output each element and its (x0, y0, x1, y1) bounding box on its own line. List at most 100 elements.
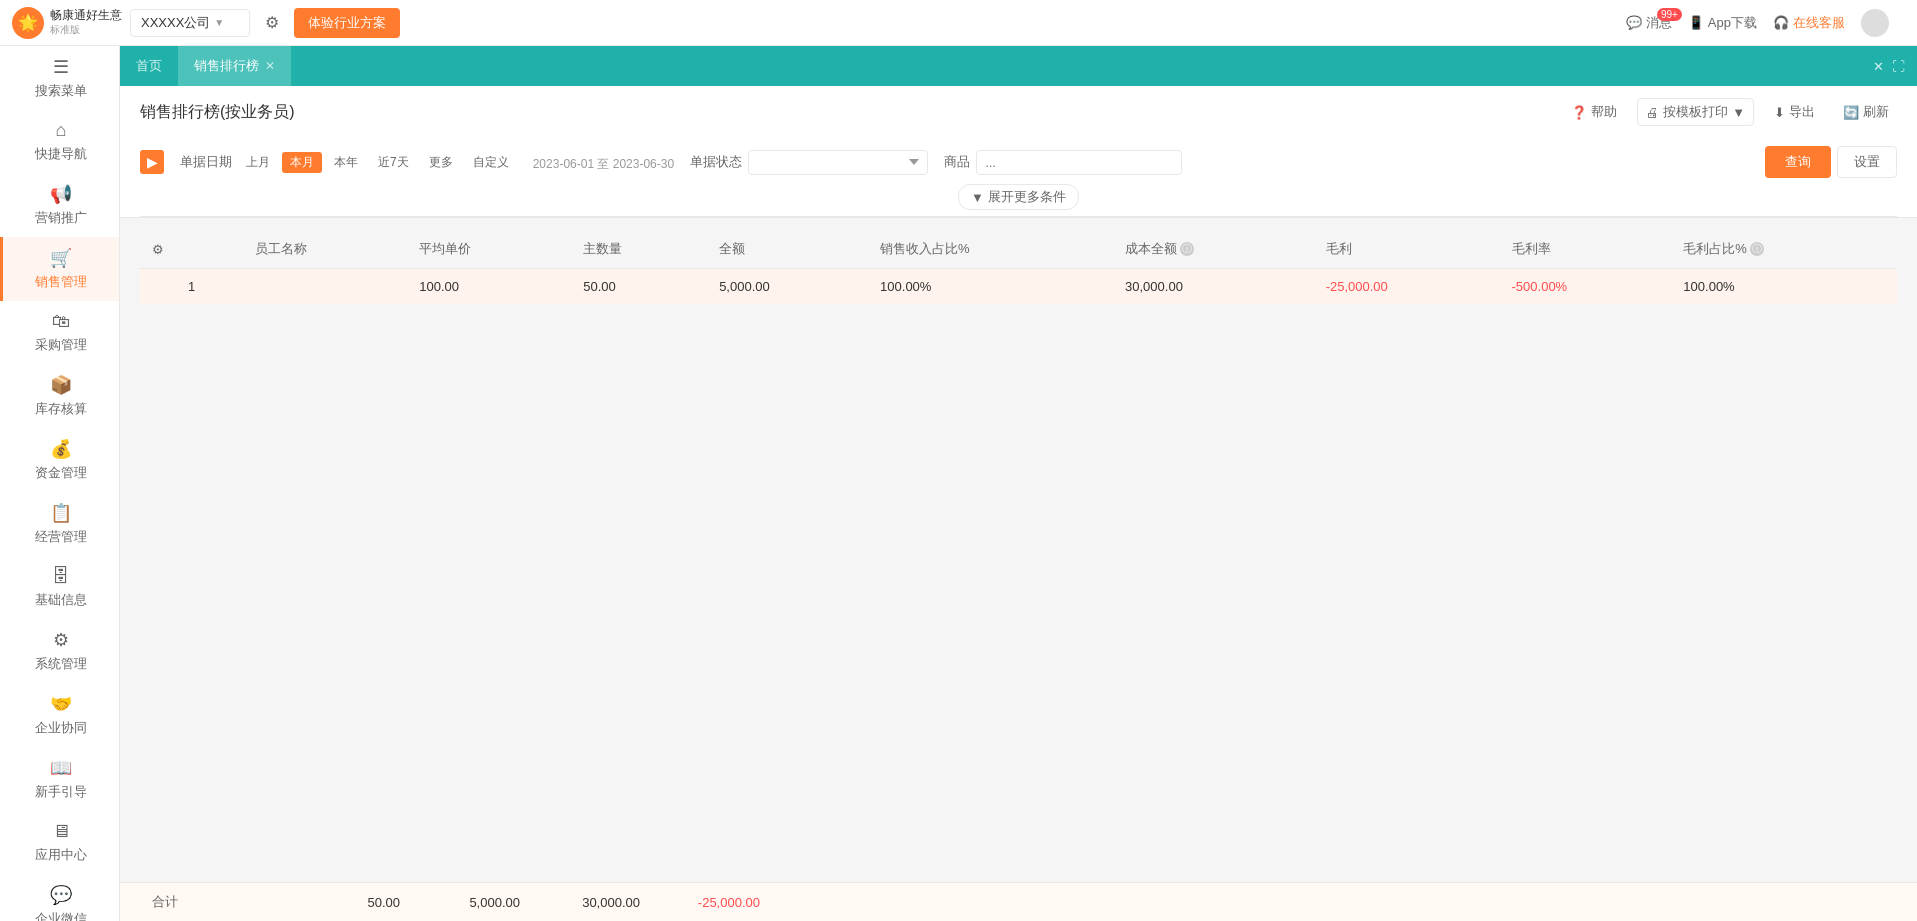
cell-amount: 5,000.00 (707, 269, 868, 305)
sidebar-item-purchase[interactable]: 🛍 采购管理 (0, 301, 119, 364)
data-table: ⚙ 员工名称 平均单价 主数量 全额 销售收入占比% 成本全额 (140, 230, 1897, 305)
content-area: 首页 销售排行榜 ✕ ✕ ⛶ 销售排行榜(按业务员) ❓ 帮助 (120, 46, 1917, 921)
tab-label: 销售排行榜 (194, 57, 259, 75)
collab-icon: 🤝 (50, 693, 72, 715)
window-max-icon[interactable]: ⛶ (1892, 59, 1905, 74)
sidebar-item-label: 销售管理 (35, 273, 87, 291)
tab-home[interactable]: 首页 (120, 46, 178, 86)
cell-avg-price: 100.00 (407, 269, 571, 305)
sidebar-item-label: 企业协同 (35, 719, 87, 737)
cell-quantity: 50.00 (571, 269, 707, 305)
sidebar-item-finance[interactable]: 💰 资金管理 (0, 428, 119, 492)
settings-button[interactable]: 设置 (1837, 146, 1897, 178)
date-tab-more[interactable]: 更多 (421, 152, 461, 173)
sidebar-item-wechat[interactable]: 💬 企业微信 (0, 874, 119, 921)
gear-icon[interactable]: ⚙ (258, 9, 286, 37)
expand-label: 展开更多条件 (988, 188, 1066, 206)
sales-icon: 🛒 (50, 247, 72, 269)
filter-collapse-button[interactable]: ▶ (140, 150, 164, 174)
logo-icon: 🌟 (12, 7, 44, 39)
expand-row: ▼ 展开更多条件 (140, 178, 1897, 212)
export-button[interactable]: ⬇ 导出 (1766, 99, 1823, 125)
gross-pct-info-icon[interactable]: ⓘ (1750, 242, 1764, 256)
sidebar-item-label: 新手引导 (35, 783, 87, 801)
sidebar-item-nav[interactable]: ⌂ 快捷导航 (0, 110, 119, 173)
sidebar-item-sales[interactable]: 🛒 销售管理 (0, 237, 119, 301)
sidebar: ☰ 搜索菜单 ⌂ 快捷导航 📢 营销推广 🛒 销售管理 🛍 采购管理 📦 库存核… (0, 46, 120, 921)
cost-info-icon[interactable]: ⓘ (1180, 242, 1194, 256)
inventory-icon: 📦 (50, 374, 72, 396)
main-layout: ☰ 搜索菜单 ⌂ 快捷导航 📢 营销推广 🛒 销售管理 🛍 采购管理 📦 库存核… (0, 46, 1917, 921)
cell-settings (140, 269, 176, 305)
service-label: 在线客服 (1793, 14, 1845, 32)
expand-conditions-button[interactable]: ▼ 展开更多条件 (958, 184, 1079, 210)
window-close-icon[interactable]: ✕ (1873, 59, 1884, 74)
sidebar-item-search[interactable]: ☰ 搜索菜单 (0, 46, 119, 110)
footer-quantity: 50.00 (272, 895, 412, 910)
print-icon: 🖨 (1646, 105, 1659, 120)
goods-input[interactable] (976, 150, 1182, 175)
col-settings-icon[interactable]: ⚙ (152, 242, 164, 257)
template-print-button[interactable]: 🖨 按模板打印 ▼ (1637, 98, 1754, 126)
guide-icon: 📖 (50, 757, 72, 779)
refresh-icon: 🔄 (1843, 105, 1859, 120)
basic-info-icon: 🗄 (52, 566, 70, 587)
apps-icon: 🖥 (52, 821, 70, 842)
date-tab-this-year[interactable]: 本年 (326, 152, 366, 173)
company-name: XXXXX公司 (141, 14, 210, 32)
logo-text: 畅康通好生意 (50, 8, 122, 24)
system-icon: ⚙ (53, 629, 69, 651)
sidebar-item-marketing[interactable]: 📢 营销推广 (0, 173, 119, 237)
sidebar-item-label: 经营管理 (35, 528, 87, 546)
sidebar-item-basic-info[interactable]: 🗄 基础信息 (0, 556, 119, 619)
sidebar-item-guide[interactable]: 📖 新手引导 (0, 747, 119, 811)
sidebar-item-collab[interactable]: 🤝 企业协同 (0, 683, 119, 747)
col-name: 员工名称 (243, 230, 407, 269)
query-button[interactable]: 查询 (1765, 146, 1831, 178)
date-tab-7days[interactable]: 近7天 (370, 152, 417, 173)
sidebar-item-management[interactable]: 📋 经营管理 (0, 492, 119, 556)
col-gross-pct-label: 毛利占比% (1683, 240, 1747, 258)
tab-close-icon[interactable]: ✕ (265, 59, 275, 73)
template-arrow-icon: ▼ (1732, 105, 1745, 120)
wechat-icon: 💬 (50, 884, 72, 906)
cell-gross: -25,000.00 (1314, 269, 1500, 305)
status-label: 单据状态 (690, 153, 742, 171)
footer-amount: 5,000.00 (412, 895, 532, 910)
sidebar-item-inventory[interactable]: 📦 库存核算 (0, 364, 119, 428)
question-icon: ❓ (1571, 105, 1587, 120)
sidebar-item-label: 企业微信 (35, 910, 87, 921)
sidebar-item-label: 资金管理 (35, 464, 87, 482)
sidebar-item-system[interactable]: ⚙ 系统管理 (0, 619, 119, 683)
sidebar-item-label: 快捷导航 (35, 145, 87, 163)
help-button[interactable]: ❓ 帮助 (1563, 99, 1625, 125)
refresh-button[interactable]: 🔄 刷新 (1835, 99, 1897, 125)
date-tab-this-month[interactable]: 本月 (282, 152, 322, 173)
tab-sales-ranking[interactable]: 销售排行榜 ✕ (178, 46, 291, 86)
top-bar-right: 💬 消息 99+ 📱 App下载 🎧 在线客服 (1626, 9, 1905, 37)
online-service-button[interactable]: 🎧 在线客服 (1773, 14, 1845, 32)
chevron-down-icon: ▼ (214, 17, 224, 28)
table-row: 1 100.00 50.00 5,000.00 100.00% 30,000.0… (140, 269, 1897, 305)
goods-filter-item: 商品 (944, 150, 1182, 175)
app-download-label: App下载 (1708, 14, 1757, 32)
col-avg-price: 平均单价 (407, 230, 571, 269)
page-title-row: 销售排行榜(按业务员) ❓ 帮助 🖨 按模板打印 ▼ ⬇ (140, 98, 1897, 126)
date-tab-last-month[interactable]: 上月 (238, 152, 278, 173)
message-button[interactable]: 💬 消息 99+ (1626, 14, 1672, 32)
table-footer: 合计 50.00 5,000.00 30,000.00 -25,000.00 (120, 882, 1917, 921)
date-tab-custom[interactable]: 自定义 (465, 152, 517, 173)
industry-button[interactable]: 体验行业方案 (294, 8, 400, 38)
sidebar-item-label: 搜索菜单 (35, 82, 87, 100)
page-header: 销售排行榜(按业务员) ❓ 帮助 🖨 按模板打印 ▼ ⬇ (120, 86, 1917, 218)
app-download-button[interactable]: 📱 App下载 (1688, 14, 1757, 32)
goods-input-wrap (976, 150, 1182, 175)
company-selector[interactable]: XXXXX公司 ▼ (130, 9, 250, 37)
sidebar-item-apps[interactable]: 🖥 应用中心 (0, 811, 119, 874)
refresh-label: 刷新 (1863, 103, 1889, 121)
status-select[interactable] (748, 150, 928, 175)
download-icon: 📱 (1688, 15, 1704, 30)
home-icon: ⌂ (56, 120, 67, 141)
sidebar-item-label: 采购管理 (35, 336, 87, 354)
col-gross-rate: 毛利率 (1500, 230, 1672, 269)
